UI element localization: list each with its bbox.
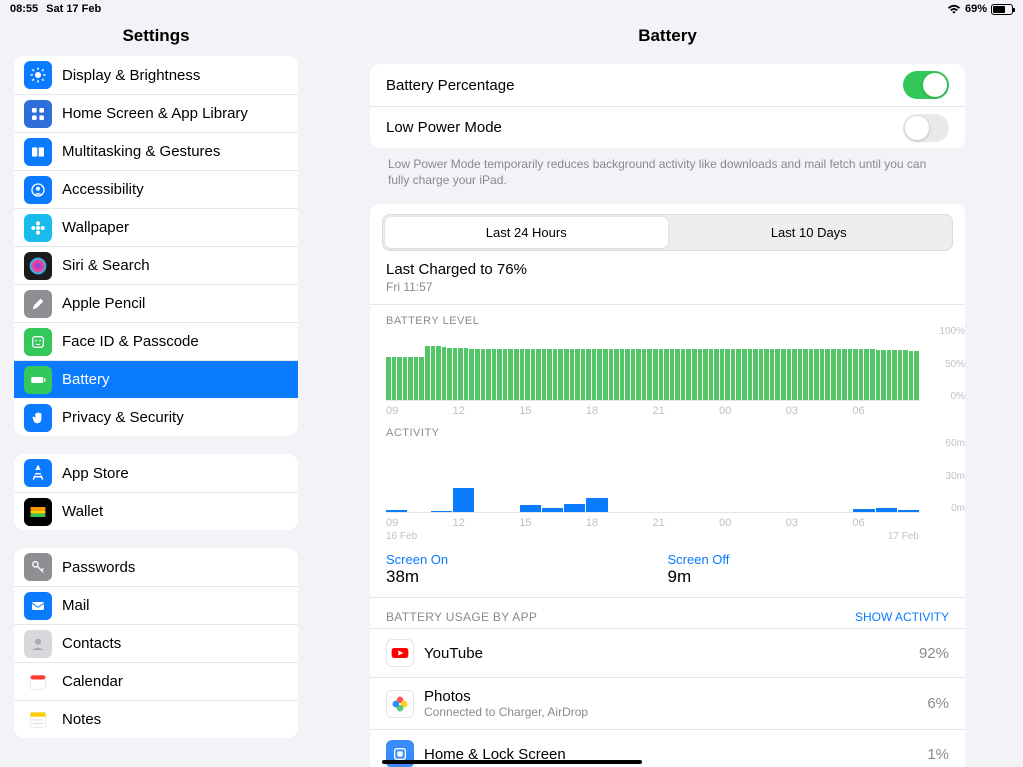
sun-icon (24, 61, 52, 89)
sidebar-item-battery[interactable]: Battery (14, 360, 298, 398)
main-scroll[interactable]: Battery Percentage Low Power Mode Low Po… (312, 56, 1023, 767)
contacts-icon (24, 630, 52, 658)
sidebar-scroll[interactable]: Display & Brightness Home Screen & App Li… (0, 56, 312, 767)
tab-last-24-hours[interactable]: Last 24 Hours (385, 217, 668, 248)
last-charged-sub: Fri 11:57 (386, 280, 949, 294)
battery-percentage-label: Battery Percentage (386, 77, 903, 94)
screen-on-stat[interactable]: Screen On 38m (386, 552, 668, 587)
wallet-icon (24, 498, 52, 526)
pencil-icon (24, 290, 52, 318)
appstore-icon (24, 459, 52, 487)
status-time: 08:55 (10, 3, 38, 15)
sidebar-item-label: Mail (62, 597, 90, 614)
date-right: 17 Feb (888, 531, 919, 542)
sidebar-item-label: Siri & Search (62, 257, 150, 274)
status-battery-pct: 69% (965, 3, 987, 15)
sidebar-item-label: Wallpaper (62, 219, 129, 236)
youtube-icon (386, 639, 414, 667)
app-row-youtube[interactable]: YouTube 92% (370, 628, 965, 677)
sidebar-item-label: Face ID & Passcode (62, 333, 199, 350)
app-pct: 92% (919, 645, 949, 662)
low-power-footnote: Low Power Mode temporarily reduces backg… (370, 148, 965, 204)
battery-percentage-toggle[interactable] (903, 71, 949, 99)
sidebar-item-siri-search[interactable]: Siri & Search (14, 246, 298, 284)
sidebar-item-wallet[interactable]: Wallet (14, 492, 298, 530)
battery-stats-card: Last 24 Hours Last 10 Days Last Charged … (370, 204, 965, 767)
sidebar-item-label: Notes (62, 711, 101, 728)
key-icon (24, 553, 52, 581)
sidebar-item-apple-pencil[interactable]: Apple Pencil (14, 284, 298, 322)
sidebar-item-display-brightness[interactable]: Display & Brightness (14, 56, 298, 94)
status-date: Sat 17 Feb (46, 3, 101, 15)
sidebar-item-app-store[interactable]: App Store (14, 454, 298, 492)
date-left: 16 Feb (386, 531, 417, 542)
battery-detail: Battery Battery Percentage Low Power Mod… (312, 18, 1023, 767)
sidebar-item-label: Calendar (62, 673, 123, 690)
screen-off-stat[interactable]: Screen Off 9m (668, 552, 950, 587)
sidebar-item-label: Passwords (62, 559, 135, 576)
battery-icon (24, 366, 52, 394)
sidebar-item-label: Display & Brightness (62, 67, 200, 84)
sidebar-item-label: Home Screen & App Library (62, 105, 248, 122)
sidebar-item-home-screen-app-library[interactable]: Home Screen & App Library (14, 94, 298, 132)
activity-chart: 60m 30m 0m 0912151821000306 (370, 441, 965, 529)
app-name: Photos (424, 688, 588, 705)
app-pct: 1% (927, 746, 949, 763)
sidebar-item-label: Battery (62, 371, 110, 388)
sidebar-item-mail[interactable]: Mail (14, 586, 298, 624)
notes-icon (24, 706, 52, 734)
battery-percentage-row[interactable]: Battery Percentage (370, 64, 965, 106)
app-pct: 6% (927, 695, 949, 712)
battery-level-chart: 100% 50% 0% 0912151821000306 (370, 329, 965, 417)
activity-label: ACTIVITY (370, 417, 965, 441)
app-row-photos[interactable]: PhotosConnected to Charger, AirDrop 6% (370, 677, 965, 729)
sidebar-title: Settings (0, 18, 312, 56)
sidebar-item-calendar[interactable]: Calendar (14, 662, 298, 700)
sidebar-item-label: Privacy & Security (62, 409, 184, 426)
sidebar-item-passwords[interactable]: Passwords (14, 548, 298, 586)
battery-level-label: BATTERY LEVEL (370, 305, 965, 329)
sidebar-item-accessibility[interactable]: Accessibility (14, 170, 298, 208)
low-power-mode-label: Low Power Mode (386, 119, 903, 136)
calendar-icon (24, 668, 52, 696)
low-power-mode-toggle[interactable] (903, 114, 949, 142)
app-sub: Connected to Charger, AirDrop (424, 705, 588, 719)
wifi-icon (947, 4, 961, 15)
last-charged-title: Last Charged to 76% (386, 261, 949, 278)
sidebar-item-label: Contacts (62, 635, 121, 652)
sidebar-item-face-id-passcode[interactable]: Face ID & Passcode (14, 322, 298, 360)
person-icon (24, 176, 52, 204)
face-icon (24, 328, 52, 356)
usage-head: BATTERY USAGE BY APP (386, 610, 537, 624)
battery-icon (991, 4, 1013, 15)
rects-icon (24, 138, 52, 166)
sidebar-item-label: App Store (62, 465, 129, 482)
sidebar-item-label: Accessibility (62, 181, 144, 198)
tab-last-10-days[interactable]: Last 10 Days (668, 217, 951, 248)
grid-icon (24, 100, 52, 128)
sidebar-item-wallpaper[interactable]: Wallpaper (14, 208, 298, 246)
time-range-segmented[interactable]: Last 24 Hours Last 10 Days (382, 214, 953, 251)
status-bar: 08:55 Sat 17 Feb 69% (0, 0, 1023, 18)
page-title: Battery (312, 18, 1023, 56)
sidebar-item-label: Wallet (62, 503, 103, 520)
home-indicator[interactable] (382, 760, 642, 764)
sidebar-item-multitasking-gestures[interactable]: Multitasking & Gestures (14, 132, 298, 170)
sidebar-item-privacy-security[interactable]: Privacy & Security (14, 398, 298, 436)
settings-card: Battery Percentage Low Power Mode (370, 64, 965, 148)
settings-sidebar: Settings Display & Brightness Home Screen… (0, 18, 312, 767)
app-name: YouTube (424, 645, 483, 662)
sidebar-item-notes[interactable]: Notes (14, 700, 298, 738)
mail-icon (24, 592, 52, 620)
flower-icon (24, 214, 52, 242)
sidebar-item-contacts[interactable]: Contacts (14, 624, 298, 662)
sidebar-item-label: Multitasking & Gestures (62, 143, 220, 160)
photos-icon (386, 690, 414, 718)
low-power-mode-row[interactable]: Low Power Mode (370, 106, 965, 148)
siri-icon (24, 252, 52, 280)
show-activity-link[interactable]: SHOW ACTIVITY (855, 610, 949, 624)
hand-icon (24, 404, 52, 432)
sidebar-item-label: Apple Pencil (62, 295, 145, 312)
